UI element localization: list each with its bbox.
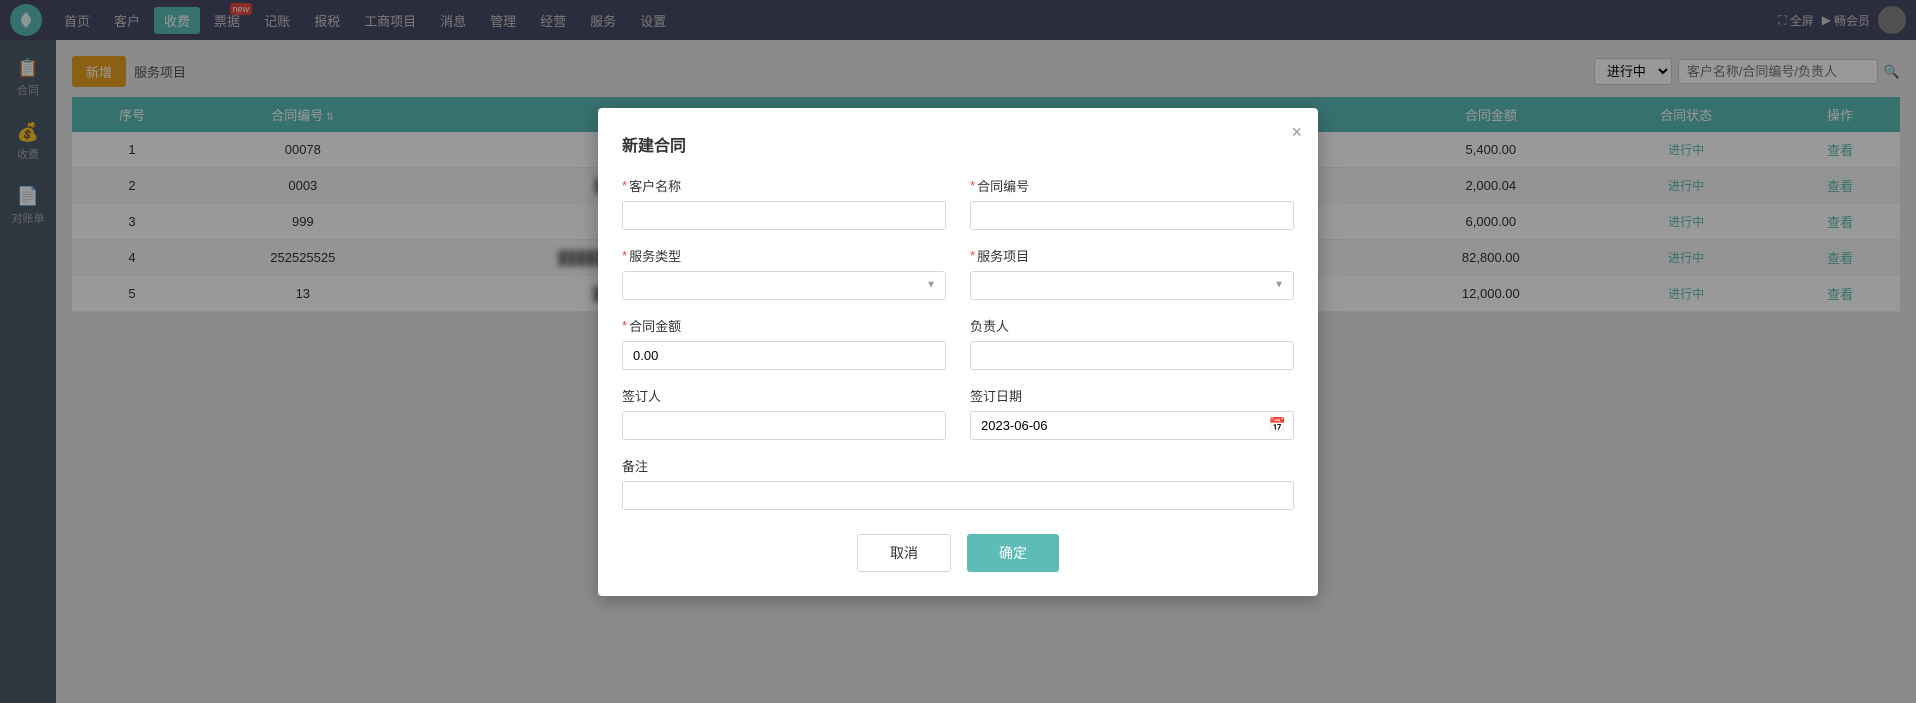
- amount-row: * 合同金额: [622, 316, 946, 370]
- customer-name-label: * 客户名称: [622, 176, 946, 195]
- form-grid: * 客户名称 * 合同编号 * 服务类型: [622, 176, 1294, 510]
- remarks-row: 备注: [622, 456, 1294, 510]
- service-type-row: * 服务类型: [622, 246, 946, 300]
- service-type-select[interactable]: [622, 271, 946, 300]
- modal-title: 新建合同: [622, 132, 1294, 156]
- customer-name-input[interactable]: [622, 201, 946, 230]
- service-item-select[interactable]: [970, 271, 1294, 300]
- sign-date-row: 签订日期 📅: [970, 386, 1294, 440]
- service-item-label: * 服务项目: [970, 246, 1294, 265]
- sign-date-wrapper: 📅: [970, 411, 1294, 440]
- modal-close-button[interactable]: ×: [1291, 122, 1302, 143]
- responsible-row: 负责人: [970, 316, 1294, 370]
- customer-name-row: * 客户名称: [622, 176, 946, 230]
- new-contract-modal: 新建合同 × * 客户名称 * 合同编号 *: [598, 108, 1318, 596]
- responsible-label: 负责人: [970, 316, 1294, 335]
- amount-input[interactable]: [622, 341, 946, 370]
- responsible-input[interactable]: [970, 341, 1294, 370]
- confirm-button[interactable]: 确定: [967, 534, 1059, 572]
- signer-input[interactable]: [622, 411, 946, 440]
- sign-date-input[interactable]: [970, 411, 1294, 440]
- service-item-select-wrapper: [970, 271, 1294, 300]
- signer-label: 签订人: [622, 386, 946, 405]
- service-item-row: * 服务项目: [970, 246, 1294, 300]
- contract-no-row: * 合同编号: [970, 176, 1294, 230]
- remarks-input[interactable]: [622, 481, 1294, 510]
- modal-footer: 取消 确定: [622, 534, 1294, 572]
- service-type-select-wrapper: [622, 271, 946, 300]
- calendar-icon[interactable]: 📅: [1269, 417, 1286, 434]
- contract-no-label: * 合同编号: [970, 176, 1294, 195]
- sign-date-label: 签订日期: [970, 386, 1294, 405]
- service-type-label: * 服务类型: [622, 246, 946, 265]
- remarks-label: 备注: [622, 456, 1294, 475]
- signer-row: 签订人: [622, 386, 946, 440]
- amount-label: * 合同金额: [622, 316, 946, 335]
- cancel-button[interactable]: 取消: [857, 534, 951, 572]
- contract-no-input[interactable]: [970, 201, 1294, 230]
- modal-overlay: 新建合同 × * 客户名称 * 合同编号 *: [0, 0, 1916, 703]
